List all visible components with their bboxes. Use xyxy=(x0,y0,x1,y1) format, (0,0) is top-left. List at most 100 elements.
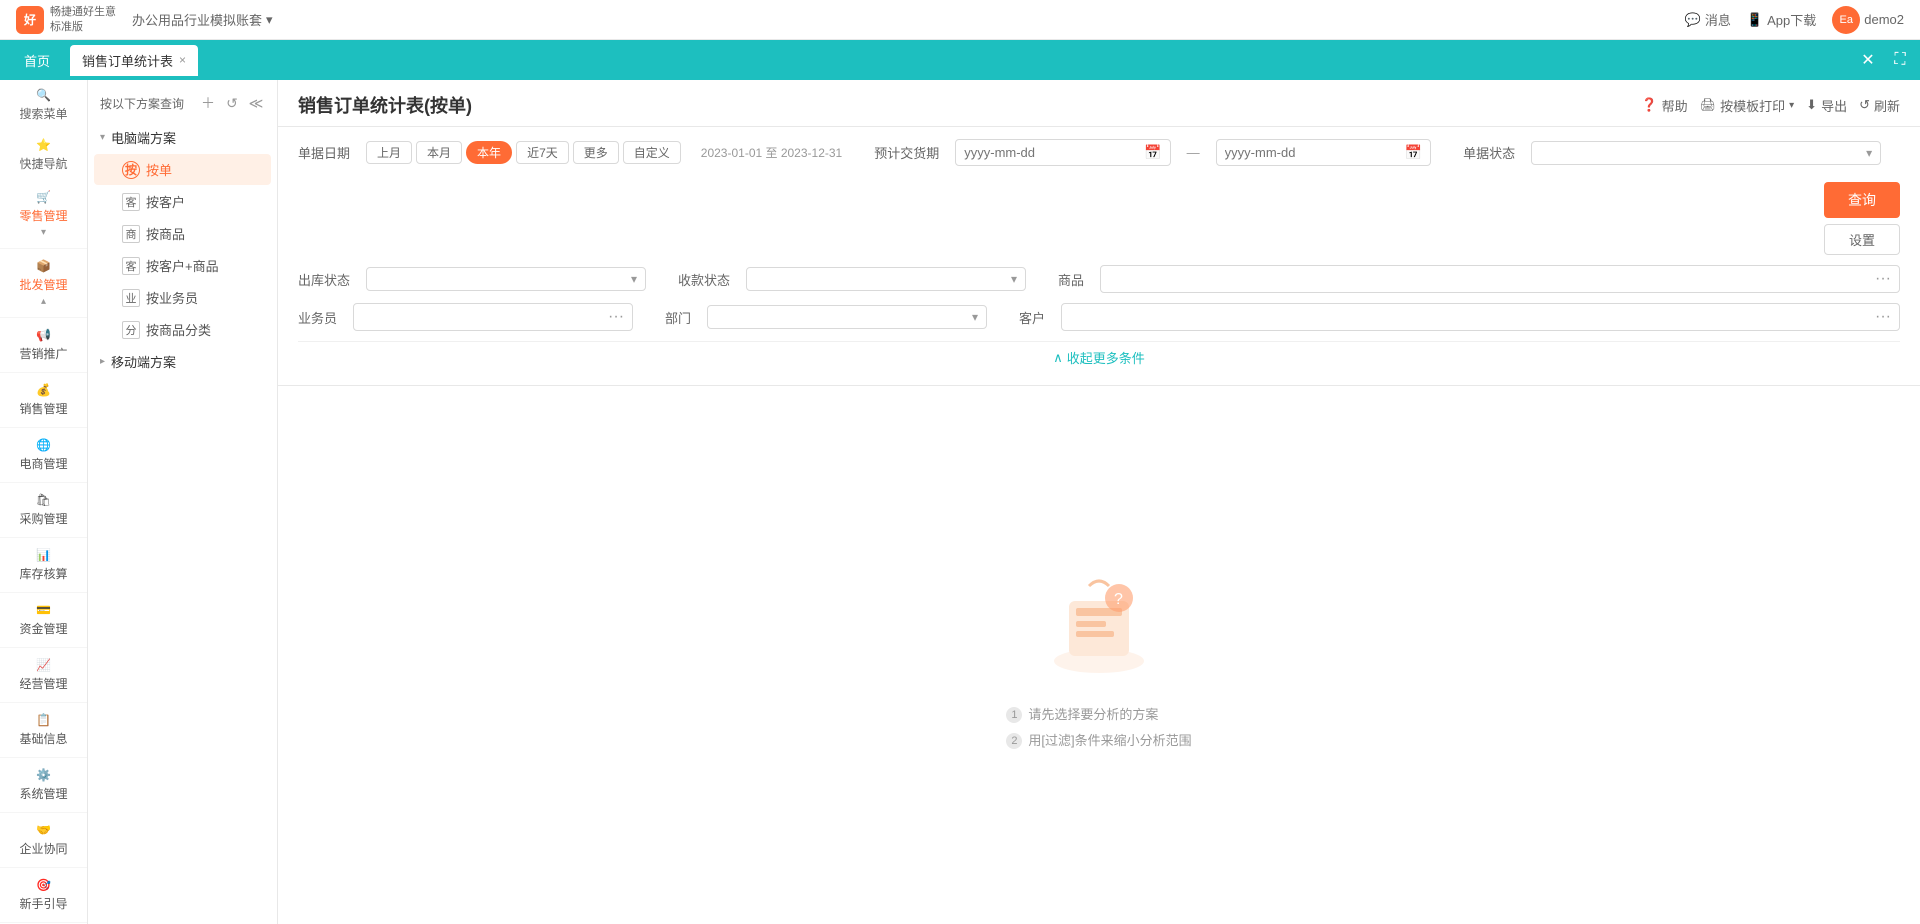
sidebar-item-inventory[interactable]: 📊 库存核算 xyxy=(0,538,87,593)
user-profile[interactable]: Ea demo2 xyxy=(1832,6,1904,34)
tree-expand-icon: ▾ xyxy=(100,132,105,143)
sidebar-item-sales[interactable]: 💰 销售管理 xyxy=(0,373,87,428)
wholesale-arrow-icon: ▴ xyxy=(41,296,46,307)
date-btn-this-month[interactable]: 本月 xyxy=(416,141,462,164)
print-icon: 🖨 xyxy=(1700,97,1717,113)
sidebar-item-wholesale[interactable]: 📦 批发管理 ▴ xyxy=(0,249,87,318)
goods-label: 商品 xyxy=(1058,270,1084,289)
content-area: 按以下方案查询 ＋ ↺ ≪ ▾ 电脑端方案 按 按单 xyxy=(88,80,1920,924)
salesperson-dots-icon[interactable]: ··· xyxy=(608,308,624,326)
date-btn-more[interactable]: 更多 xyxy=(573,141,619,164)
empty-tip-2: 2 用[过滤]条件来缩小分析范围 xyxy=(1006,728,1191,754)
sidebar-quick-nav[interactable]: ⭐ 快捷导航 xyxy=(0,130,87,180)
sidebar-item-newbie[interactable]: 🎯 新手引导 xyxy=(0,868,87,923)
app-selector[interactable]: 办公用品行业模拟账套 ▾ xyxy=(124,10,281,29)
export-icon: ⬇ xyxy=(1806,97,1817,113)
tab-bar-right: ✕ ⛶ xyxy=(1856,48,1912,72)
finance-icon: 💳 xyxy=(36,603,51,617)
tree-child-by-goods[interactable]: 商 按商品 xyxy=(94,218,271,249)
sidebar-item-ecom[interactable]: 🌐 电商管理 xyxy=(0,428,87,483)
app-logo: 好 xyxy=(16,6,44,34)
newbie-icon: 🎯 xyxy=(36,878,51,892)
right-content: 销售订单统计表(按单) ❓ 帮助 🖨 按模板打印 ▾ ⬇ 导出 xyxy=(278,80,1920,924)
sidebar-item-purchase[interactable]: 🛍 采购管理 xyxy=(0,483,87,538)
customer-dots-icon[interactable]: ··· xyxy=(1875,308,1891,326)
sidebar-item-ops[interactable]: 📈 经营管理 xyxy=(0,648,87,703)
by-customer-icon: 客 xyxy=(122,193,140,211)
sales-icon: 💰 xyxy=(36,383,51,397)
tab-sales-stats[interactable]: 销售订单统计表 × xyxy=(70,45,198,76)
customer-label: 客户 xyxy=(1019,308,1045,327)
date-range-display: 2023-01-01 至 2023-12-31 xyxy=(701,144,842,161)
app-download-button[interactable]: 📱 App下载 xyxy=(1747,10,1816,29)
refresh-scheme-icon[interactable]: ↺ xyxy=(223,94,241,112)
query-button[interactable]: 查询 xyxy=(1824,182,1900,218)
goods-select[interactable]: ··· xyxy=(1100,265,1900,293)
status-select[interactable]: ▾ xyxy=(1531,141,1881,165)
tree-child-by-customer-goods[interactable]: 客 按客户+商品 xyxy=(94,250,271,281)
selector-arrow-icon: ▾ xyxy=(266,12,273,28)
sidebar-item-corp[interactable]: 🤝 企业协同 xyxy=(0,813,87,868)
goods-dots-icon[interactable]: ··· xyxy=(1875,270,1891,288)
sidebar-item-retail[interactable]: 🛒 零售管理 ▾ xyxy=(0,180,87,249)
empty-tip-1: 1 请先选择要分析的方案 xyxy=(1006,702,1191,728)
date-btn-7days[interactable]: 近7天 xyxy=(516,141,569,164)
window-maximize-button[interactable]: ⛶ xyxy=(1888,48,1912,72)
retail-arrow-icon: ▾ xyxy=(41,227,46,238)
download-icon: 📱 xyxy=(1747,12,1763,28)
tree-child-by-order[interactable]: 按 按单 xyxy=(94,154,271,185)
sidebar-item-system[interactable]: ⚙️ 系统管理 xyxy=(0,758,87,813)
print-arrow-icon: ▾ xyxy=(1789,100,1794,111)
tree-mobile-parent[interactable]: ▸ 移动端方案 xyxy=(88,346,277,377)
left-panel-icons: ＋ ↺ ≪ xyxy=(199,94,265,112)
top-bar-right: 💬 消息 📱 App下载 Ea demo2 xyxy=(1685,6,1904,34)
date-btn-this-year[interactable]: 本年 xyxy=(466,141,512,164)
filter-row-3: 业务员 ··· 部门 ▾ 客户 ··· xyxy=(298,303,1900,331)
dept-select[interactable]: ▾ xyxy=(707,305,987,329)
window-close-button[interactable]: ✕ xyxy=(1856,48,1880,72)
expected-date-start[interactable]: 📅 xyxy=(955,139,1170,166)
sidebar-item-finance[interactable]: 💳 资金管理 xyxy=(0,593,87,648)
help-icon: ❓ xyxy=(1641,97,1657,113)
export-button[interactable]: ⬇ 导出 xyxy=(1806,96,1847,115)
date-btn-last-month[interactable]: 上月 xyxy=(366,141,412,164)
main-layout: 🔍 搜索菜单 ⭐ 快捷导航 🛒 零售管理 ▾ 📦 批发管理 ▴ 📢 营销推广 💰… xyxy=(0,80,1920,924)
collapse-panel-icon[interactable]: ≪ xyxy=(247,94,265,112)
tree-child-by-salesperson[interactable]: 业 按业务员 xyxy=(94,282,271,313)
retail-icon: 🛒 xyxy=(36,190,51,204)
tab-close-icon[interactable]: × xyxy=(179,53,186,67)
filter-row-2: 出库状态 ▾ 收款状态 ▾ 商品 ··· xyxy=(298,265,1900,293)
expected-date-end-input[interactable] xyxy=(1225,145,1401,160)
sidebar-item-basic[interactable]: 📋 基础信息 xyxy=(0,703,87,758)
refresh-button[interactable]: ↺ 刷新 xyxy=(1859,96,1900,115)
empty-illustration: ? xyxy=(1034,556,1164,686)
tree-desktop-parent[interactable]: ▾ 电脑端方案 xyxy=(88,122,277,153)
calendar-end-icon: 📅 xyxy=(1405,144,1422,161)
expected-date-end[interactable]: 📅 xyxy=(1216,139,1431,166)
salesperson-select[interactable]: ··· xyxy=(353,303,633,331)
tree-child-by-customer[interactable]: 客 按客户 xyxy=(94,186,271,217)
print-button[interactable]: 🖨 按模板打印 ▾ xyxy=(1700,96,1795,115)
pay-status-select[interactable]: ▾ xyxy=(746,267,1026,291)
out-status-select[interactable]: ▾ xyxy=(366,267,646,291)
out-status-label: 出库状态 xyxy=(298,270,350,289)
sidebar-item-marketing[interactable]: 📢 营销推广 xyxy=(0,318,87,373)
empty-tips: 1 请先选择要分析的方案 2 用[过滤]条件来缩小分析范围 xyxy=(1006,702,1191,754)
message-button[interactable]: 💬 消息 xyxy=(1685,10,1731,29)
date-label: 单据日期 xyxy=(298,143,350,162)
date-btn-custom[interactable]: 自定义 xyxy=(623,141,681,164)
setting-button[interactable]: 设置 xyxy=(1824,224,1900,255)
tree-child-by-category[interactable]: 分 按商品分类 xyxy=(94,314,271,345)
by-order-icon: 按 xyxy=(122,161,140,179)
sidebar-search[interactable]: 🔍 搜索菜单 xyxy=(0,80,87,130)
help-button[interactable]: ❓ 帮助 xyxy=(1641,96,1687,115)
collapse-filter-button[interactable]: ∧ 收起更多条件 xyxy=(298,341,1900,373)
page-header: 销售订单统计表(按单) ❓ 帮助 🖨 按模板打印 ▾ ⬇ 导出 xyxy=(278,80,1920,127)
customer-select[interactable]: ··· xyxy=(1061,303,1900,331)
tab-home[interactable]: 首页 xyxy=(8,45,66,76)
sidebar: 🔍 搜索菜单 ⭐ 快捷导航 🛒 零售管理 ▾ 📦 批发管理 ▴ 📢 营销推广 💰… xyxy=(0,80,88,924)
out-status-arrow-icon: ▾ xyxy=(631,272,637,286)
expected-date-start-input[interactable] xyxy=(964,145,1140,160)
add-scheme-icon[interactable]: ＋ xyxy=(199,94,217,112)
collapse-icon: ∧ xyxy=(1053,350,1063,366)
